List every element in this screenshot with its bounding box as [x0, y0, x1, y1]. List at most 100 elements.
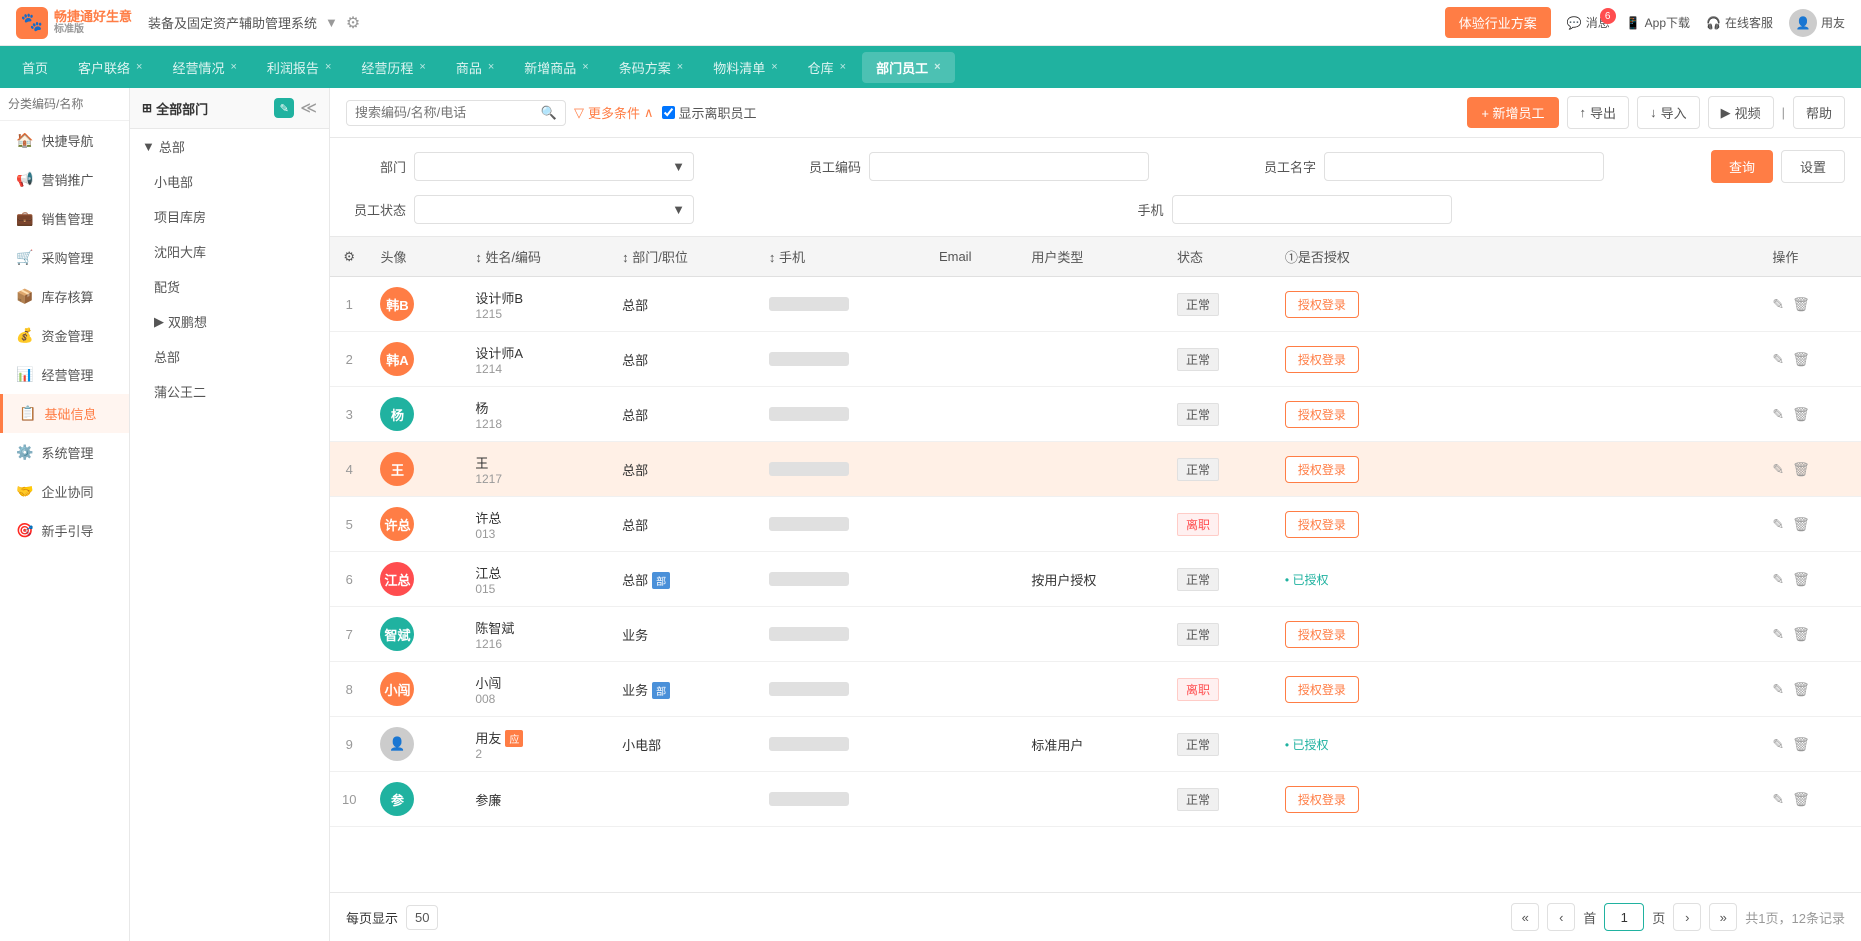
auth-button-1[interactable]: 授权登录 [1285, 346, 1359, 373]
edit-button-0[interactable]: ✎ [1772, 296, 1784, 313]
delete-button-0[interactable]: 🗑 [1792, 296, 1810, 313]
tab-goods[interactable]: 商品 × [442, 52, 508, 83]
sidebar-item-basic-info[interactable]: 📋 基础信息 [0, 394, 129, 433]
edit-button-2[interactable]: ✎ [1772, 406, 1784, 423]
app-download-button[interactable]: 📱 App下载 [1626, 14, 1690, 31]
dept-select[interactable]: ▼ [414, 152, 694, 181]
current-page-input[interactable] [1604, 903, 1644, 931]
th-dept[interactable]: ↕ 部门/职位 [610, 237, 757, 277]
tab-close-journey[interactable]: × [419, 61, 425, 73]
show-resigned-checkbox[interactable]: 显示离职员工 [662, 103, 757, 122]
delete-button-2[interactable]: 🗑 [1792, 406, 1810, 423]
tab-journey[interactable]: 经营历程 × [347, 52, 439, 83]
auth-button-9[interactable]: 授权登录 [1285, 786, 1359, 813]
search-input[interactable] [355, 105, 537, 120]
edit-button-7[interactable]: ✎ [1772, 681, 1784, 698]
online-service-button[interactable]: 🎧 在线客服 [1706, 14, 1773, 31]
sidebar-search-input[interactable] [8, 97, 130, 111]
edit-button-9[interactable]: ✎ [1772, 791, 1784, 808]
sidebar-item-system[interactable]: ⚙️ 系统管理 [0, 433, 129, 472]
next-page-button[interactable]: › [1673, 903, 1701, 931]
tab-add-goods[interactable]: 新增商品 × [510, 52, 602, 83]
sidebar-item-purchase[interactable]: 🛒 采购管理 [0, 238, 129, 277]
delete-button-7[interactable]: 🗑 [1792, 681, 1810, 698]
sidebar-item-guide[interactable]: 🎯 新手引导 [0, 511, 129, 550]
tab-close-add-goods[interactable]: × [582, 61, 588, 73]
phone-input[interactable] [1172, 195, 1452, 224]
tab-home[interactable]: 首页 [8, 52, 62, 83]
edit-button-1[interactable]: ✎ [1772, 351, 1784, 368]
th-phone[interactable]: ↕ 手机 [757, 237, 927, 277]
sidebar-item-quick-nav[interactable]: 🏠 快捷导航 [0, 121, 129, 160]
tab-bom[interactable]: 物料清单 × [699, 52, 791, 83]
view-button[interactable]: ▶ 视频 [1708, 96, 1774, 129]
sidebar-search-box[interactable]: 🔍 [0, 88, 129, 121]
th-settings[interactable]: ⚙ [330, 237, 368, 277]
dept-tree-collapse[interactable]: ≪ [300, 98, 317, 118]
help-icon[interactable]: | [1782, 105, 1785, 120]
tab-customer[interactable]: 客户联络 × [64, 52, 156, 83]
search-box[interactable]: 🔍 [346, 100, 566, 126]
status-select[interactable]: ▼ [414, 195, 694, 224]
edit-button-6[interactable]: ✎ [1772, 626, 1784, 643]
tab-close-department[interactable]: × [934, 61, 940, 73]
trial-button[interactable]: 体验行业方案 [1445, 7, 1551, 38]
auth-button-7[interactable]: 授权登录 [1285, 676, 1359, 703]
dept-item-zongbu[interactable]: 总部 [130, 339, 329, 374]
prev-page-button[interactable]: ‹ [1547, 903, 1575, 931]
auth-button-6[interactable]: 授权登录 [1285, 621, 1359, 648]
add-employee-button[interactable]: + 新增员工 [1467, 97, 1558, 128]
dept-item-xiaodianbu[interactable]: 小电部 [130, 164, 329, 199]
empcode-input[interactable] [869, 152, 1149, 181]
tab-close-goods[interactable]: × [488, 61, 494, 73]
delete-button-6[interactable]: 🗑 [1792, 626, 1810, 643]
dept-item-peihuo[interactable]: 配货 [130, 269, 329, 304]
page-size-value[interactable]: 50 [406, 905, 438, 930]
delete-button-8[interactable]: 🗑 [1792, 736, 1810, 753]
tab-close-warehouse[interactable]: × [840, 61, 846, 73]
edit-button-8[interactable]: ✎ [1772, 736, 1784, 753]
sidebar-item-inventory[interactable]: 📦 库存核算 [0, 277, 129, 316]
import-button[interactable]: ↓ 导入 [1637, 96, 1700, 129]
tab-close-business[interactable]: × [230, 61, 236, 73]
delete-button-4[interactable]: 🗑 [1792, 516, 1810, 533]
user-menu[interactable]: 👤 用友 [1789, 9, 1845, 37]
dept-item-pugong[interactable]: 蒲公王二 [130, 374, 329, 409]
dept-edit-icon[interactable]: ✎ [274, 98, 294, 118]
auth-button-3[interactable]: 授权登录 [1285, 456, 1359, 483]
auth-button-2[interactable]: 授权登录 [1285, 401, 1359, 428]
edit-button-5[interactable]: ✎ [1772, 571, 1784, 588]
tab-close-bom[interactable]: × [771, 61, 777, 73]
resigned-checkbox-input[interactable] [662, 106, 675, 119]
delete-button-1[interactable]: 🗑 [1792, 351, 1810, 368]
delete-button-9[interactable]: 🗑 [1792, 791, 1810, 808]
system-dropdown[interactable]: ▼ [325, 15, 338, 30]
tab-close-barcode[interactable]: × [677, 61, 683, 73]
edit-button-3[interactable]: ✎ [1772, 461, 1784, 478]
query-button[interactable]: 查询 [1711, 150, 1773, 183]
tab-close-profit[interactable]: × [325, 61, 331, 73]
tab-business[interactable]: 经营情况 × [158, 52, 250, 83]
dept-item-headquarters[interactable]: ▼ 总部 [130, 129, 329, 164]
auth-button-0[interactable]: 授权登录 [1285, 291, 1359, 318]
sidebar-item-sales[interactable]: 💼 销售管理 [0, 199, 129, 238]
set-button[interactable]: 设置 [1781, 150, 1845, 183]
empname-input[interactable] [1324, 152, 1604, 181]
dept-item-shuangpeng[interactable]: ▶ 双鹏想 [130, 304, 329, 339]
tab-department[interactable]: 部门员工 × [862, 52, 954, 83]
message-button[interactable]: 💬 消息 6 [1567, 14, 1610, 31]
tab-close-customer[interactable]: × [136, 61, 142, 73]
dept-item-project[interactable]: 项目库房 [130, 199, 329, 234]
sidebar-item-finance[interactable]: 💰 资金管理 [0, 316, 129, 355]
more-conditions-button[interactable]: ▽ 更多条件 ∧ [574, 103, 654, 122]
tab-barcode[interactable]: 条码方案 × [605, 52, 697, 83]
delete-button-3[interactable]: 🗑 [1792, 461, 1810, 478]
help-button[interactable]: 帮助 [1793, 96, 1845, 129]
sidebar-item-operations[interactable]: 📊 经营管理 [0, 355, 129, 394]
first-page-button[interactable]: « [1511, 903, 1539, 931]
edit-button-4[interactable]: ✎ [1772, 516, 1784, 533]
last-page-button[interactable]: » [1709, 903, 1737, 931]
dept-item-shenyang[interactable]: 沈阳大库 [130, 234, 329, 269]
auth-button-4[interactable]: 授权登录 [1285, 511, 1359, 538]
delete-button-5[interactable]: 🗑 [1792, 571, 1810, 588]
